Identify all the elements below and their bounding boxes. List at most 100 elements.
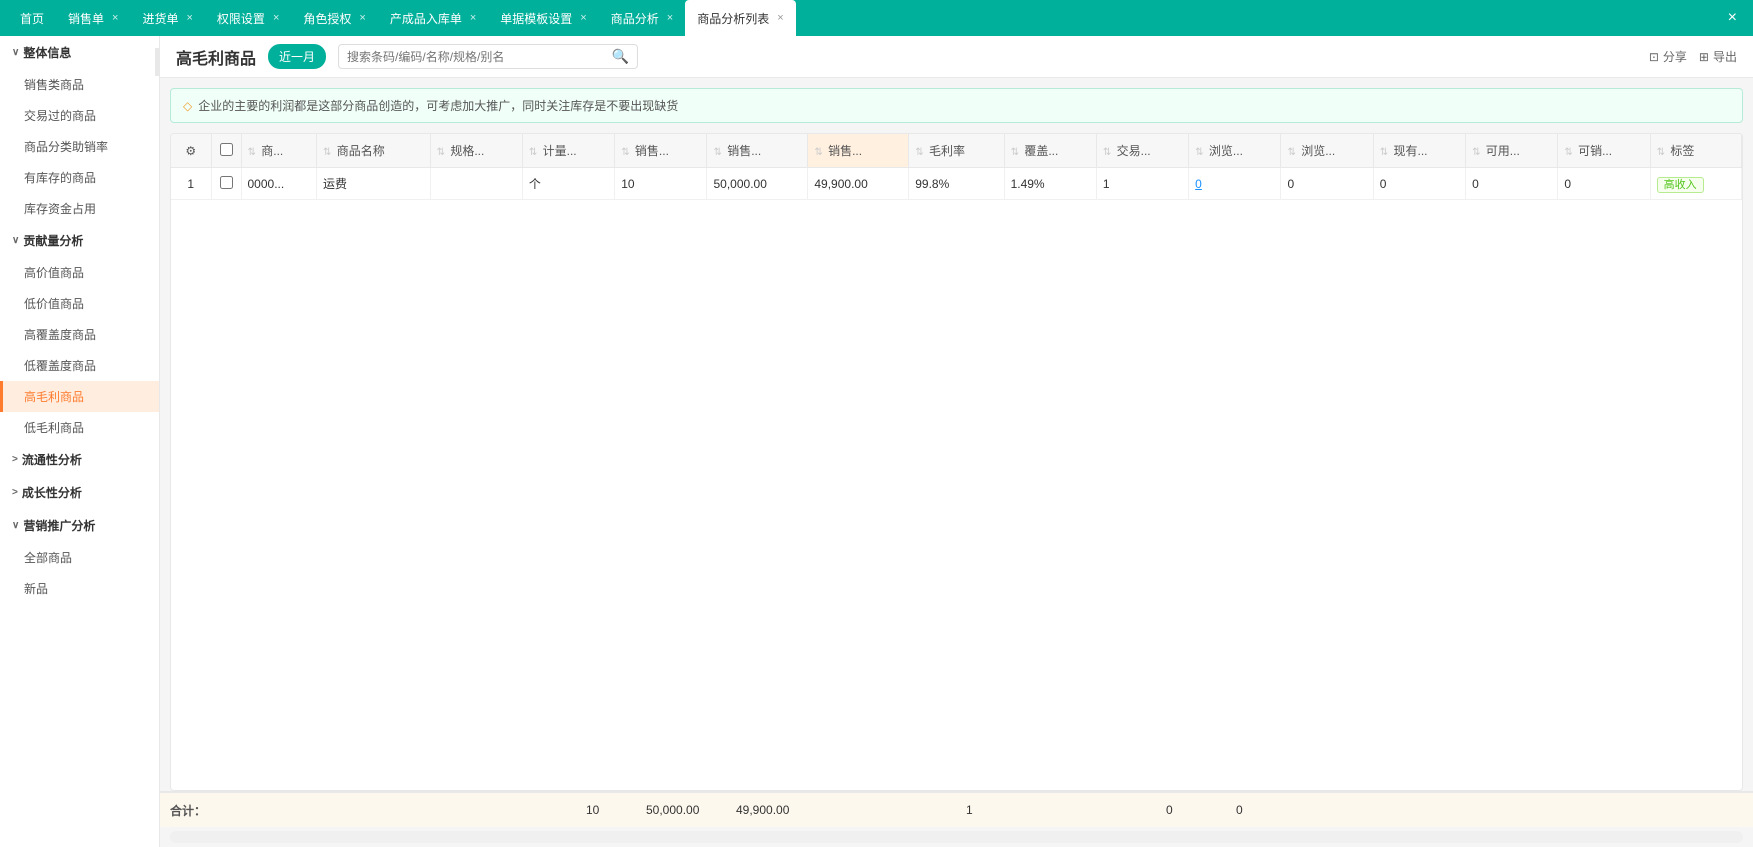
search-input[interactable] <box>347 50 608 64</box>
header-actions: ⊡ 分享 ⊞ 导出 <box>1649 48 1737 65</box>
sidebar-item-high-coverage[interactable]: 高覆盖度商品 <box>0 319 159 350</box>
th-checkbox[interactable] <box>211 134 241 168</box>
cell-sellable: 0 <box>1558 168 1650 200</box>
date-filter-recent-month[interactable]: 近一月 <box>268 44 326 69</box>
sidebar-item-high-value[interactable]: 高价值商品 <box>0 257 159 288</box>
th-sellable[interactable]: ⇅ 可销... <box>1558 134 1650 168</box>
th-spec[interactable]: ⇅ 规格... <box>430 134 522 168</box>
sidebar-item-all-goods[interactable]: 全部商品 <box>0 542 159 573</box>
th-browse1[interactable]: ⇅ 浏览... <box>1189 134 1281 168</box>
sidebar-collapse-button[interactable]: « <box>155 48 160 76</box>
th-tag[interactable]: ⇅ 标签 <box>1650 134 1741 168</box>
nav-product-analysis[interactable]: 商品分析 × <box>599 0 685 36</box>
sort-icon-sales-qty: ⇅ <box>621 147 629 158</box>
cell-sales-amount: 50,000.00 <box>707 168 808 200</box>
info-banner: ◇ 企业的主要的利润都是这部分商品创造的，可考虑加大推广，同时关注库存是不要出现… <box>170 88 1743 123</box>
overall-arrow-icon: ∨ <box>12 47 19 58</box>
footer-cell-sales-qty: 10 <box>580 803 640 817</box>
sidebar-section-marketing[interactable]: ∨ 营销推广分析 <box>0 509 159 542</box>
nav-purchase[interactable]: 进货单 × <box>130 0 204 36</box>
select-all-checkbox[interactable] <box>220 143 233 156</box>
share-icon: ⊡ <box>1649 50 1659 64</box>
th-transactions[interactable]: ⇅ 交易... <box>1096 134 1188 168</box>
th-gross-margin[interactable]: ⇅ 毛利率 <box>909 134 1004 168</box>
export-button[interactable]: ⊞ 导出 <box>1699 48 1737 65</box>
cell-code: 0000... <box>241 168 317 200</box>
horizontal-scrollbar[interactable] <box>170 831 1743 843</box>
sidebar-item-stock-goods[interactable]: 有库存的商品 <box>0 162 159 193</box>
th-name[interactable]: ⇅ 商品名称 <box>317 134 431 168</box>
footer-cell-sales-amount: 50,000.00 <box>640 803 730 817</box>
data-table: ⚙ ⇅ 商... ⇅ 商品名称 ⇅ <box>171 134 1742 200</box>
cell-browse1[interactable]: 0 <box>1189 168 1281 200</box>
top-navigation: 首页 销售单 × 进货单 × 权限设置 × 角色授权 × 产成品入库单 × 单据… <box>0 0 1753 36</box>
sidebar-item-sales-goods[interactable]: 销售类商品 <box>0 69 159 100</box>
th-settings[interactable]: ⚙ <box>171 134 211 168</box>
contribution-arrow-icon: ∨ <box>12 235 19 246</box>
sidebar-section-overall[interactable]: ∨ 整体信息 <box>0 36 159 69</box>
nav-purchase-close[interactable]: × <box>186 12 192 24</box>
nav-role[interactable]: 角色授权 × <box>291 0 377 36</box>
sort-icon-browse1: ⇅ <box>1195 147 1203 158</box>
nav-permission[interactable]: 权限设置 × <box>205 0 291 36</box>
th-sales-qty[interactable]: ⇅ 销售... <box>615 134 707 168</box>
share-button[interactable]: ⊡ 分享 <box>1649 48 1687 65</box>
th-coverage[interactable]: ⇅ 覆盖... <box>1004 134 1096 168</box>
search-box: 🔍 <box>338 44 638 69</box>
footer-label: 合计： <box>170 802 250 819</box>
sort-icon-sellable: ⇅ <box>1564 147 1572 158</box>
footer-cell-transactions: 1 <box>960 803 1020 817</box>
row-checkbox[interactable] <box>220 176 233 189</box>
th-current-stock[interactable]: ⇅ 现有... <box>1373 134 1465 168</box>
nav-sales[interactable]: 销售单 × <box>56 0 130 36</box>
nav-inbound[interactable]: 产成品入库单 × <box>378 0 488 36</box>
cell-name: 运费 <box>317 168 431 200</box>
sidebar-item-traded-goods[interactable]: 交易过的商品 <box>0 100 159 131</box>
page-title: 高毛利商品 <box>176 45 256 69</box>
nav-home[interactable]: 首页 <box>8 0 56 36</box>
info-icon: ◇ <box>183 99 192 113</box>
sort-icon-name: ⇅ <box>323 147 331 158</box>
content-area: 高毛利商品 近一月 🔍 ⊡ 分享 ⊞ 导出 ◇ 企业的主要的利润都是这部分商品创… <box>160 36 1753 847</box>
nav-sales-close[interactable]: × <box>112 12 118 24</box>
th-browse2[interactable]: ⇅ 浏览... <box>1281 134 1373 168</box>
sort-icon-transactions: ⇅ <box>1103 147 1111 158</box>
growth-arrow-icon: > <box>12 487 18 498</box>
th-sales-profit[interactable]: ⇅ 销售... <box>808 134 909 168</box>
sidebar-item-low-value[interactable]: 低价值商品 <box>0 288 159 319</box>
sidebar-item-new-goods[interactable]: 新品 <box>0 573 159 604</box>
nav-product-analysis-list-close[interactable]: × <box>777 12 783 24</box>
th-code[interactable]: ⇅ 商... <box>241 134 317 168</box>
sidebar-item-category-rate[interactable]: 商品分类助销率 <box>0 131 159 162</box>
cell-sales-profit: 49,900.00 <box>808 168 909 200</box>
sidebar-section-contribution[interactable]: ∨ 贡献量分析 <box>0 224 159 257</box>
circulation-arrow-icon: > <box>12 454 18 465</box>
sidebar-item-high-margin[interactable]: 高毛利商品 <box>0 381 159 412</box>
footer-cell-available: 0 <box>1230 803 1300 817</box>
nav-template-close[interactable]: × <box>580 12 586 24</box>
th-unit[interactable]: ⇅ 计量... <box>522 134 614 168</box>
cell-checkbox[interactable] <box>211 168 241 200</box>
sidebar-section-circulation[interactable]: > 流通性分析 <box>0 443 159 476</box>
nav-template[interactable]: 单据模板设置 × <box>488 0 598 36</box>
nav-role-close[interactable]: × <box>359 12 365 24</box>
nav-inbound-close[interactable]: × <box>470 12 476 24</box>
sort-icon-spec: ⇅ <box>437 147 445 158</box>
nav-product-analysis-list[interactable]: 商品分析列表 × <box>685 0 795 36</box>
sidebar-item-low-margin[interactable]: 低毛利商品 <box>0 412 159 443</box>
sidebar: « ∨ 整体信息 销售类商品 交易过的商品 商品分类助销率 有库存的商品 库存资… <box>0 36 160 847</box>
window-close-button[interactable]: × <box>1720 9 1745 27</box>
table-header-row: ⚙ ⇅ 商... ⇅ 商品名称 ⇅ <box>171 134 1742 168</box>
sidebar-section-growth[interactable]: > 成长性分析 <box>0 476 159 509</box>
sidebar-item-stock-capital[interactable]: 库存资金占用 <box>0 193 159 224</box>
nav-product-analysis-close[interactable]: × <box>667 12 673 24</box>
data-table-wrapper[interactable]: ⚙ ⇅ 商... ⇅ 商品名称 ⇅ <box>170 133 1743 791</box>
tag-label: 高收入 <box>1657 177 1704 193</box>
sidebar-item-low-coverage[interactable]: 低覆盖度商品 <box>0 350 159 381</box>
search-icon[interactable]: 🔍 <box>612 48 629 65</box>
cell-sales-qty: 10 <box>615 168 707 200</box>
th-available[interactable]: ⇅ 可用... <box>1466 134 1558 168</box>
nav-permission-close[interactable]: × <box>273 12 279 24</box>
th-sales-amount[interactable]: ⇅ 销售... <box>707 134 808 168</box>
footer-cell-sales-profit: 49,900.00 <box>730 803 820 817</box>
